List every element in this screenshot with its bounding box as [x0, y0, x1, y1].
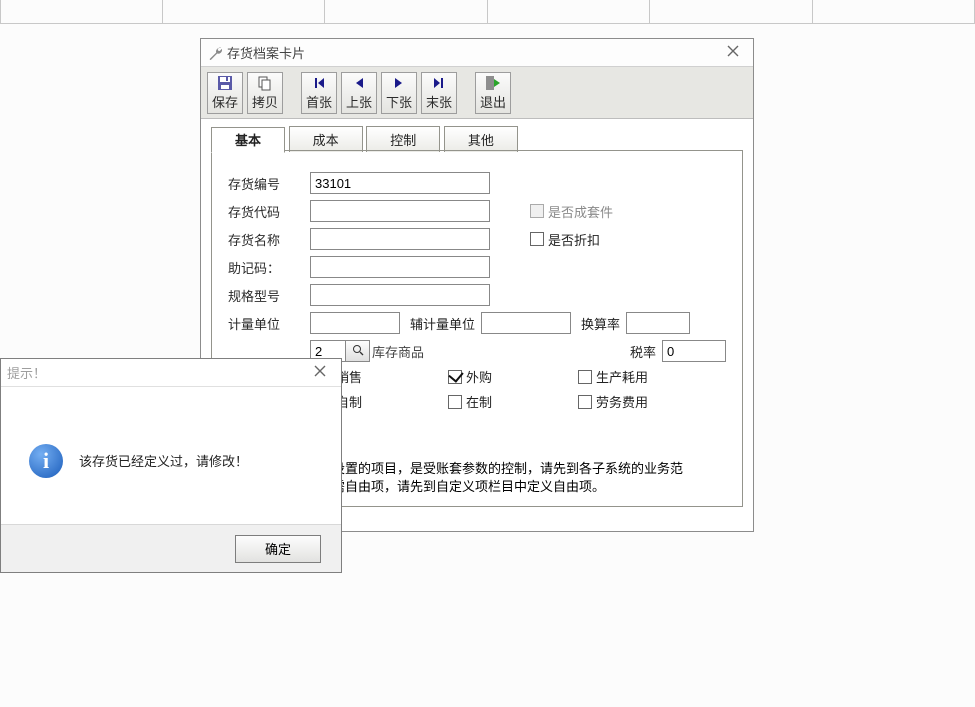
checkbox-icon: [448, 370, 462, 384]
mnemonic-input[interactable]: [310, 256, 490, 278]
alert-dialog: 提示！ i 该存货已经定义过，请修改！ 确定: [0, 358, 342, 573]
titlebar: 存货档案卡片: [201, 39, 753, 67]
hint-text: 设置的项目，是受账套参数的控制，请先到各子系统的业务范 需自由项，请先到自定义项…: [332, 460, 730, 496]
is-discount-checkbox[interactable]: 是否折扣: [530, 230, 600, 249]
close-dialog-button[interactable]: [717, 41, 749, 65]
wip-checkbox[interactable]: 在制: [448, 392, 578, 411]
info-icon: i: [29, 444, 63, 478]
inv-no-label: 存货编号: [228, 174, 310, 193]
spec-input[interactable]: [310, 284, 490, 306]
alert-title: 提示！: [7, 363, 46, 382]
aux-uom-label: 辅计量单位: [410, 314, 475, 333]
tab-basic[interactable]: 基本: [211, 127, 285, 153]
save-label: 保存: [212, 92, 238, 111]
toolbar: 保存 拷贝 首张 上张 下张: [201, 67, 753, 119]
first-label: 首张: [306, 92, 332, 111]
prev-icon: [352, 75, 366, 92]
uom-label: 计量单位: [228, 314, 310, 333]
is-kit-checkbox: 是否成套件: [530, 202, 613, 221]
inv-no-input[interactable]: [310, 172, 490, 194]
next-icon: [392, 75, 406, 92]
prev-button[interactable]: 上张: [341, 72, 377, 114]
save-icon: [217, 75, 233, 92]
purchase-checkbox[interactable]: 外购: [448, 367, 578, 386]
tab-control[interactable]: 控制: [366, 126, 440, 152]
checkbox-icon: [530, 232, 544, 246]
close-icon: [727, 45, 739, 60]
alert-text: 该存货已经定义过，请修改！: [79, 451, 248, 470]
copy-button[interactable]: 拷贝: [247, 72, 283, 114]
mnemonic-label: 助记码：: [228, 258, 310, 277]
exit-button[interactable]: 退出: [475, 72, 511, 114]
inv-code-input[interactable]: [310, 200, 490, 222]
first-icon: [312, 75, 326, 92]
exit-label: 退出: [480, 92, 506, 111]
prod-cons-checkbox[interactable]: 生产耗用: [578, 367, 718, 386]
last-button[interactable]: 末张: [421, 72, 457, 114]
copy-label: 拷贝: [252, 92, 278, 111]
close-icon: [314, 365, 326, 380]
background-table-header: [0, 0, 975, 24]
wrench-icon: [207, 45, 223, 61]
class-lookup-button[interactable]: [346, 340, 370, 362]
save-button[interactable]: 保存: [207, 72, 243, 114]
tab-strip: 基本 成本 控制 其他: [211, 125, 743, 151]
last-label: 末张: [426, 92, 452, 111]
uom-input[interactable]: [310, 312, 400, 334]
alert-titlebar: 提示！: [1, 359, 341, 387]
dialog-title: 存货档案卡片: [227, 43, 305, 62]
checkbox-icon: [578, 395, 592, 409]
tab-other[interactable]: 其他: [444, 126, 518, 152]
copy-icon: [257, 75, 273, 92]
taxrate-input[interactable]: [662, 340, 726, 362]
factor-input[interactable]: [626, 312, 690, 334]
service-fee-checkbox[interactable]: 劳务费用: [578, 392, 718, 411]
search-icon: [352, 344, 364, 359]
alert-close-button[interactable]: [305, 361, 335, 385]
inv-name-label: 存货名称: [228, 230, 310, 249]
checkbox-icon: [578, 370, 592, 384]
checkbox-icon: [530, 204, 544, 218]
checkbox-icon: [448, 395, 462, 409]
prev-label: 上张: [346, 92, 372, 111]
tab-cost[interactable]: 成本: [289, 126, 363, 152]
first-button[interactable]: 首张: [301, 72, 337, 114]
inv-name-input[interactable]: [310, 228, 490, 250]
next-label: 下张: [386, 92, 412, 111]
aux-uom-input[interactable]: [481, 312, 571, 334]
factor-label: 换算率: [581, 314, 620, 333]
class-lookup-text: 库存商品: [372, 342, 424, 361]
ok-button[interactable]: 确定: [235, 535, 321, 563]
exit-icon: [485, 75, 501, 92]
last-icon: [432, 75, 446, 92]
inv-code-label: 存货代码: [228, 202, 310, 221]
spec-label: 规格型号: [228, 286, 310, 305]
taxrate-label: 税率: [630, 342, 656, 361]
next-button[interactable]: 下张: [381, 72, 417, 114]
